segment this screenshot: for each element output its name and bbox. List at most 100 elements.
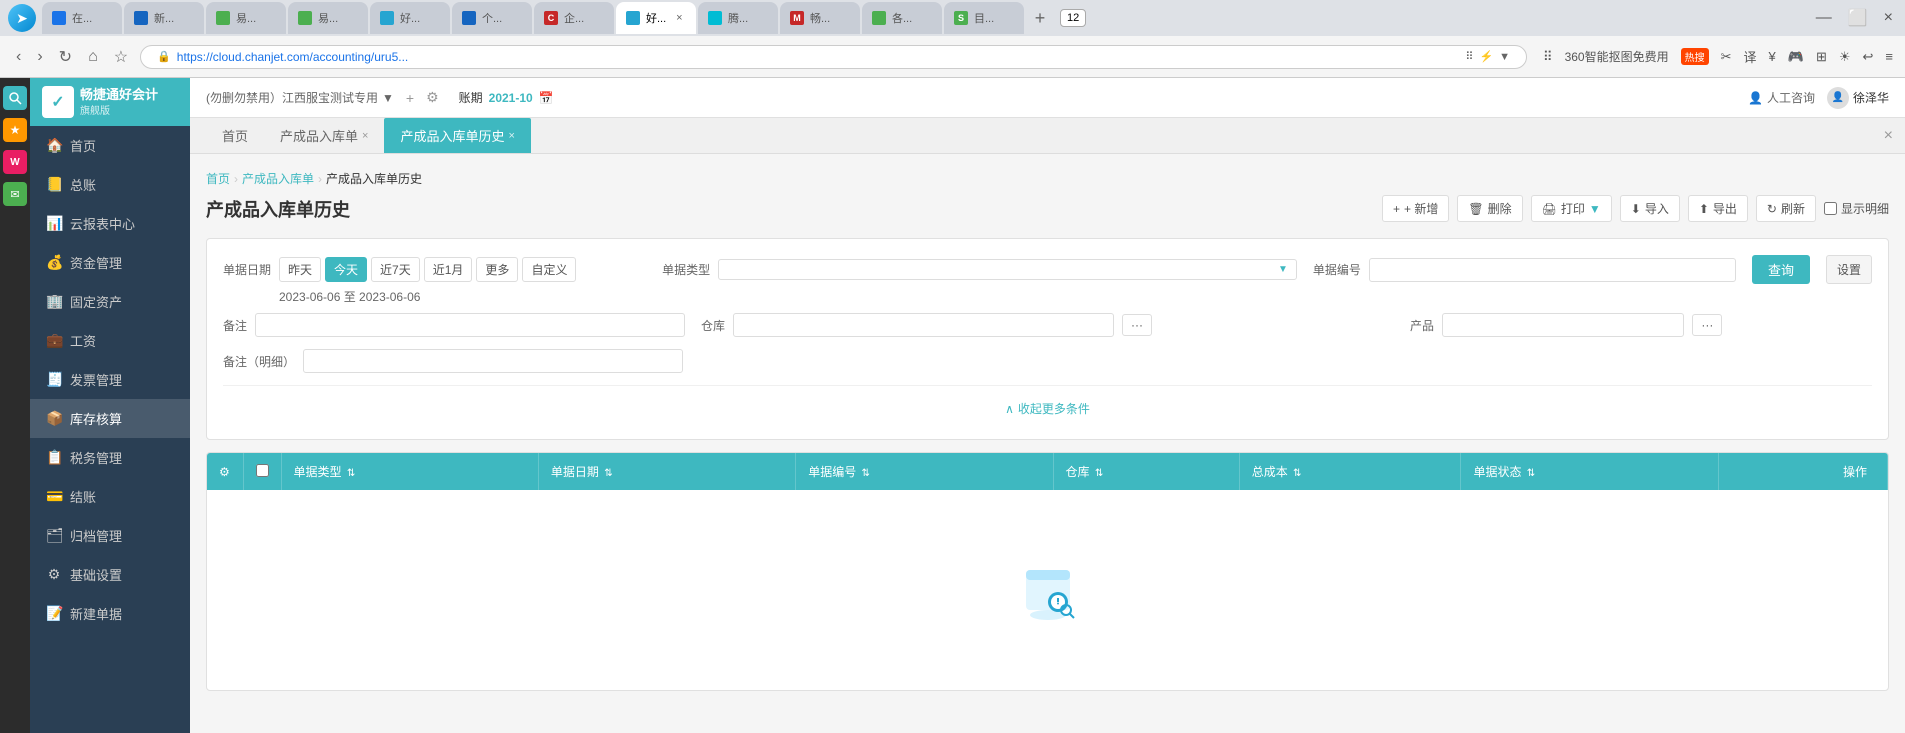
add-company-btn[interactable]: +: [406, 90, 414, 106]
sidebar-item-newbill[interactable]: 📝 新建单据: [30, 594, 190, 633]
currency-icon[interactable]: ¥: [1769, 49, 1776, 64]
col-settings[interactable]: ⚙: [207, 453, 243, 490]
undo-icon[interactable]: ↩: [1863, 49, 1874, 65]
game-icon[interactable]: 🎮: [1788, 49, 1804, 65]
close-icon[interactable]: ×: [1880, 5, 1897, 31]
icon-sidebar-mail[interactable]: ✉: [3, 182, 27, 206]
col-status[interactable]: 单据状态 ⇅: [1461, 453, 1718, 490]
theme-icon[interactable]: ☀: [1839, 49, 1851, 65]
settings-menu-icon[interactable]: ≡: [1885, 49, 1893, 64]
company-selector[interactable]: (勿删勿禁用）江西服宝测试专用 ▼: [206, 89, 394, 106]
calendar-icon[interactable]: 📅: [539, 91, 554, 105]
export-btn[interactable]: ⬆ 导出: [1688, 195, 1748, 222]
icon-sidebar-search[interactable]: [3, 86, 27, 110]
browser-tab-11[interactable]: 各...: [862, 2, 942, 34]
scissors-icon[interactable]: ✂: [1721, 49, 1732, 65]
service-link[interactable]: 👤 人工咨询: [1748, 89, 1815, 106]
browser-tab-4[interactable]: 易...: [288, 2, 368, 34]
minimize-icon[interactable]: —: [1812, 5, 1836, 31]
date-custom[interactable]: 自定义: [522, 257, 576, 282]
sidebar-item-inventory[interactable]: 📦 库存核算: [30, 399, 190, 438]
sidebar-item-checkout[interactable]: 💳 结账: [30, 477, 190, 516]
print-dropdown-arrow[interactable]: ▼: [1589, 202, 1601, 216]
icon-sidebar-star[interactable]: ★: [3, 118, 27, 142]
maximize-icon[interactable]: ⬜: [1844, 4, 1872, 32]
refresh-btn[interactable]: ↻ 刷新: [1756, 195, 1816, 222]
select-all-checkbox[interactable]: [256, 464, 269, 477]
new-tab-button[interactable]: +: [1026, 4, 1054, 32]
sidebar-item-funds[interactable]: 💰 资金管理: [30, 243, 190, 282]
apps-icon[interactable]: ⊞: [1816, 49, 1827, 65]
forward-button[interactable]: ›: [33, 44, 46, 70]
tab-history-close[interactable]: ×: [508, 130, 514, 142]
refresh-button[interactable]: ↻: [55, 43, 76, 71]
browser-tab-9[interactable]: 腾...: [698, 2, 778, 34]
col-number[interactable]: 单据编号 ⇅: [796, 453, 1053, 490]
date-7days[interactable]: 近7天: [371, 257, 420, 282]
sidebar-item-basic[interactable]: ⚙ 基础设置: [30, 555, 190, 594]
page-close-btn[interactable]: ×: [1884, 127, 1893, 145]
sidebar-item-invoice[interactable]: 🧾 发票管理: [30, 360, 190, 399]
home-button[interactable]: ⌂: [84, 44, 102, 70]
date-today[interactable]: 今天: [325, 257, 367, 282]
search-btn[interactable]: 查询: [1752, 255, 1810, 284]
browser-tab-1[interactable]: 在...: [42, 2, 122, 34]
print-btn[interactable]: 🖨 打印 ▼: [1531, 195, 1612, 222]
date-more[interactable]: 更多: [476, 257, 518, 282]
breadcrumb-home[interactable]: 首页: [206, 170, 230, 187]
user-profile[interactable]: 👤 徐泽华: [1827, 87, 1889, 109]
browser-tab-7[interactable]: C 企...: [534, 2, 614, 34]
sidebar-item-report[interactable]: 📊 云报表中心: [30, 204, 190, 243]
browser-tab-6[interactable]: 个...: [452, 2, 532, 34]
warehouse-ellipsis[interactable]: ···: [1122, 314, 1152, 336]
sidebar-item-home[interactable]: 🏠 首页: [30, 126, 190, 165]
bookmark-button[interactable]: ☆: [110, 43, 132, 71]
number-input[interactable]: [1369, 258, 1736, 282]
settings-btn[interactable]: ⚙: [426, 89, 439, 106]
tab-count[interactable]: 12: [1060, 9, 1086, 27]
remark-input[interactable]: [255, 313, 685, 337]
sidebar-item-ledger[interactable]: 📒 总账: [30, 165, 190, 204]
browser-nav-icon[interactable]: ➤: [8, 4, 36, 32]
grid-icon[interactable]: ⠿: [1543, 49, 1553, 65]
sidebar-item-salary[interactable]: 💼 工资: [30, 321, 190, 360]
browser-tab-3[interactable]: 易...: [206, 2, 286, 34]
col-type[interactable]: 单据类型 ⇅: [281, 453, 538, 490]
col-date[interactable]: 单据日期 ⇅: [538, 453, 795, 490]
browser-tab-2[interactable]: 新...: [124, 2, 204, 34]
tab-list-close[interactable]: ×: [362, 130, 368, 142]
product-ellipsis[interactable]: ···: [1692, 314, 1722, 336]
date-yesterday[interactable]: 昨天: [279, 257, 321, 282]
browser-tab-8-active[interactable]: 好... ×: [616, 2, 696, 34]
show-detail-checkbox[interactable]: [1824, 202, 1837, 215]
back-button[interactable]: ‹: [12, 44, 25, 70]
detail-remark-input[interactable]: [303, 349, 683, 373]
col-checkbox[interactable]: [243, 453, 281, 490]
breadcrumb-list[interactable]: 产成品入库单: [242, 170, 314, 187]
col-cost[interactable]: 总成本 ⇅: [1239, 453, 1461, 490]
settings-filter-btn[interactable]: 设置: [1826, 255, 1872, 284]
date-1month[interactable]: 近1月: [424, 257, 473, 282]
product-input[interactable]: [1442, 313, 1684, 337]
page-tab-history[interactable]: 产成品入库单历史 ×: [384, 118, 530, 153]
new-btn[interactable]: + + 新增: [1382, 195, 1449, 222]
collapse-btn[interactable]: ∧ 收起更多条件: [223, 394, 1872, 423]
col-settings-icon[interactable]: ⚙: [219, 465, 230, 479]
icon-sidebar-weibo[interactable]: W: [3, 150, 27, 174]
sidebar-item-assets[interactable]: 🏢 固定资产: [30, 282, 190, 321]
import-btn[interactable]: ⬇ 导入: [1620, 195, 1680, 222]
col-warehouse[interactable]: 仓库 ⇅: [1053, 453, 1239, 490]
sidebar-item-tax[interactable]: 📋 税务管理: [30, 438, 190, 477]
address-input[interactable]: 🔒 https://cloud.chanjet.com/accounting/u…: [140, 45, 1527, 69]
sidebar-item-archive[interactable]: 🗂 归档管理: [30, 516, 190, 555]
browser-tab-10[interactable]: M 畅...: [780, 2, 860, 34]
warehouse-input[interactable]: [733, 313, 1114, 337]
delete-btn[interactable]: 🗑 删除: [1457, 195, 1522, 222]
page-tab-home[interactable]: 首页: [206, 118, 264, 153]
type-dropdown[interactable]: ▼: [718, 259, 1297, 280]
browser-tab-12[interactable]: S 目...: [944, 2, 1024, 34]
tab-close-8[interactable]: ×: [676, 12, 682, 24]
translate-icon[interactable]: 译: [1744, 47, 1757, 66]
page-tab-list[interactable]: 产成品入库单 ×: [264, 118, 384, 153]
browser-tab-5[interactable]: 好...: [370, 2, 450, 34]
